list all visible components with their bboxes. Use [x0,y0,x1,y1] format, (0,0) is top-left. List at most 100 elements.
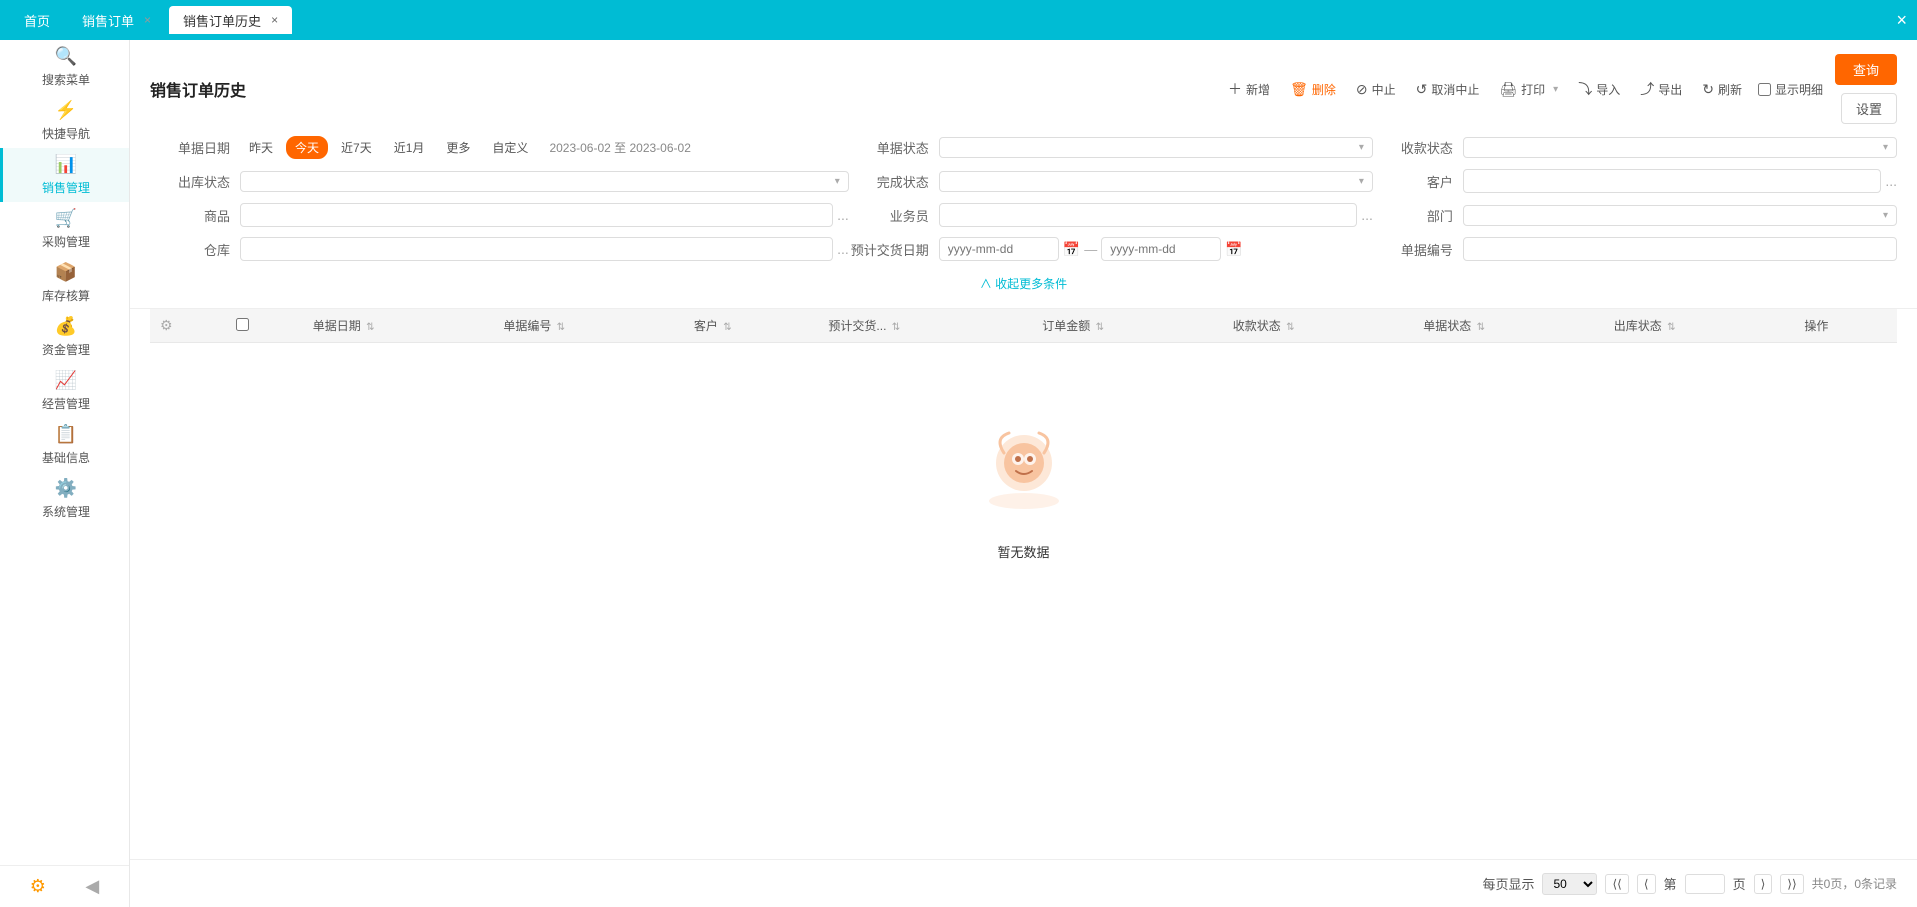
chip-today[interactable]: 今天 [286,136,328,159]
cal-icon-start[interactable]: 📅 [1063,241,1080,258]
col-amount[interactable]: 订单金额 ⇅ [1032,309,1223,343]
col-amount-label: 订单金额 [1042,319,1090,333]
col-date[interactable]: 单据日期 ⇅ [303,309,494,343]
col-customer-sort: ⇅ [723,322,731,333]
col-expected-date[interactable]: 预计交货... ⇅ [818,309,1032,343]
warehouse-ellipsis[interactable]: ... [837,241,849,257]
col-expected-date-sort: ⇅ [892,322,900,333]
tab-sales-order[interactable]: 销售订单 × [68,6,165,34]
sidebar-item-operations[interactable]: 📈 经营管理 [0,364,129,418]
last-page-btn[interactable]: ⟩⟩ [1780,874,1803,894]
sidebar-item-basics[interactable]: 📋 基础信息 [0,418,129,472]
cancel-stop-label: 取消中止 [1431,81,1479,98]
col-receipt-status-label: 收款状态 [1233,319,1281,333]
per-page-select[interactable]: 50 100 200 [1542,873,1597,895]
delete-button[interactable]: 🗑 删除 [1286,79,1340,100]
stop-button[interactable]: ⊘ 中止 [1352,79,1400,100]
query-button[interactable]: 查询 [1835,54,1897,85]
col-doc-status[interactable]: 单据状态 ⇅ [1413,309,1604,343]
delete-label: 删除 [1312,81,1336,98]
col-number-sort: ⇅ [557,322,565,333]
first-page-btn[interactable]: ⟨⟨ [1605,874,1628,894]
new-button[interactable]: ＋ 新增 [1224,77,1274,101]
salesman-input[interactable] [939,203,1357,227]
select-all-checkbox[interactable] [236,318,249,331]
tab-sales-order-history-close[interactable]: × [271,13,278,27]
refresh-label: 刷新 [1718,81,1742,98]
cal-icon-end[interactable]: 📅 [1225,241,1242,258]
tab-home[interactable]: 首页 [10,6,64,34]
basics-icon: 📋 [55,424,77,445]
sidebar-bottom: ⚙ ◀ [0,865,129,907]
chip-last1m[interactable]: 近1月 [385,136,434,159]
filter-col-out-status: 出库状态 ▾ [150,171,849,192]
sidebar-item-search[interactable]: 🔍 搜索菜单 [0,40,129,94]
salesman-input-wrap: ... [939,203,1373,227]
col-receipt-status-sort: ⇅ [1286,322,1294,333]
filter-col-doc-status: 单据状态 ▾ [849,137,1373,158]
sidebar-item-inventory[interactable]: 📦 库存核算 [0,256,129,310]
col-receipt-status[interactable]: 收款状态 ⇅ [1223,309,1414,343]
department-select[interactable]: ▾ [1463,205,1897,226]
import-button[interactable]: ⤵ 导入 [1574,77,1624,101]
window-close-icon[interactable]: × [1896,10,1907,31]
col-number[interactable]: 单据编号 ⇅ [493,309,684,343]
goods-ellipsis[interactable]: ... [837,207,849,223]
sidebar-item-sales[interactable]: 📊 销售管理 [0,148,129,202]
expected-date-end[interactable] [1101,237,1221,261]
doc-number-label: 单据编号 [1373,240,1463,259]
goods-input[interactable] [240,203,833,227]
sidebar: 🔍 搜索菜单 ⚡ 快捷导航 📊 销售管理 🛒 采购管理 📦 库存核算 💰 资金管… [0,40,130,907]
customer-label: 客户 [1373,172,1463,191]
receipt-status-arrow: ▾ [1883,142,1888,153]
per-page-label: 每页显示 [1482,874,1534,893]
complete-status-select[interactable]: ▾ [939,171,1373,192]
warehouse-input-wrap: ... [240,237,849,261]
doc-number-input[interactable] [1463,237,1897,261]
export-button[interactable]: ⤴ 导出 [1636,77,1686,101]
chip-last7[interactable]: 近7天 [332,136,381,159]
display-detail-input[interactable] [1758,83,1771,96]
table-settings-icon[interactable]: ⚙ [160,317,173,333]
doc-status-select[interactable]: ▾ [939,137,1373,158]
print-button[interactable]: 🖨 打印 ▾ [1495,79,1562,100]
display-detail-checkbox[interactable]: 显示明细 [1758,81,1823,98]
page-title: 销售订单历史 [150,77,246,101]
filter-col-receipt-status: 收款状态 ▾ [1373,137,1897,158]
refresh-button[interactable]: ↻ 刷新 [1698,79,1746,100]
print-label: 打印 [1521,81,1545,98]
tab-sales-order-close[interactable]: × [144,13,151,27]
customer-ellipsis[interactable]: ... [1885,173,1897,189]
tab-sales-order-history[interactable]: 销售订单历史 × [169,6,292,34]
sidebar-settings-icon[interactable]: ⚙ [30,876,46,897]
chip-yesterday[interactable]: 昨天 [240,136,282,159]
date-control: 昨天 今天 近7天 近1月 更多 自定义 2023-06-02 至 2023-0… [240,136,849,159]
expected-date-start[interactable] [939,237,1059,261]
sidebar-item-quick-nav[interactable]: ⚡ 快捷导航 [0,94,129,148]
date-range: 2023-06-02 至 2023-06-02 [549,139,690,156]
sidebar-collapse-icon[interactable]: ◀ [85,876,99,897]
new-label: 新增 [1246,81,1270,98]
table-header-row: ⚙ 单据日期 ⇅ 单据编号 ⇅ [150,309,1897,343]
page-input[interactable]: 1 [1685,874,1725,894]
salesman-ellipsis[interactable]: ... [1361,207,1373,223]
chip-custom[interactable]: 自定义 [483,136,537,159]
sidebar-item-purchase[interactable]: 🛒 采购管理 [0,202,129,256]
sidebar-item-system[interactable]: ⚙️ 系统管理 [0,472,129,526]
chip-more[interactable]: 更多 [437,136,479,159]
cancel-stop-button[interactable]: ↺ 取消中止 [1412,79,1484,100]
collapse-bar[interactable]: ∧ 收起更多条件 [150,271,1897,296]
col-out-status[interactable]: 出库状态 ⇅ [1604,309,1795,343]
col-customer[interactable]: 客户 ⇅ [684,309,819,343]
sidebar-item-finance[interactable]: 💰 资金管理 [0,310,129,364]
sidebar-item-search-label: 搜索菜单 [42,71,90,88]
prev-page-btn[interactable]: ⟨ [1637,874,1656,894]
next-page-btn[interactable]: ⟩ [1754,874,1773,894]
collapse-icon: ∧ [980,277,992,291]
out-status-select[interactable]: ▾ [240,171,849,192]
col-doc-status-label: 单据状态 [1423,319,1471,333]
settings-button[interactable]: 设置 [1841,93,1897,124]
warehouse-input[interactable] [240,237,833,261]
receipt-status-select[interactable]: ▾ [1463,137,1897,158]
customer-input[interactable] [1463,169,1881,193]
